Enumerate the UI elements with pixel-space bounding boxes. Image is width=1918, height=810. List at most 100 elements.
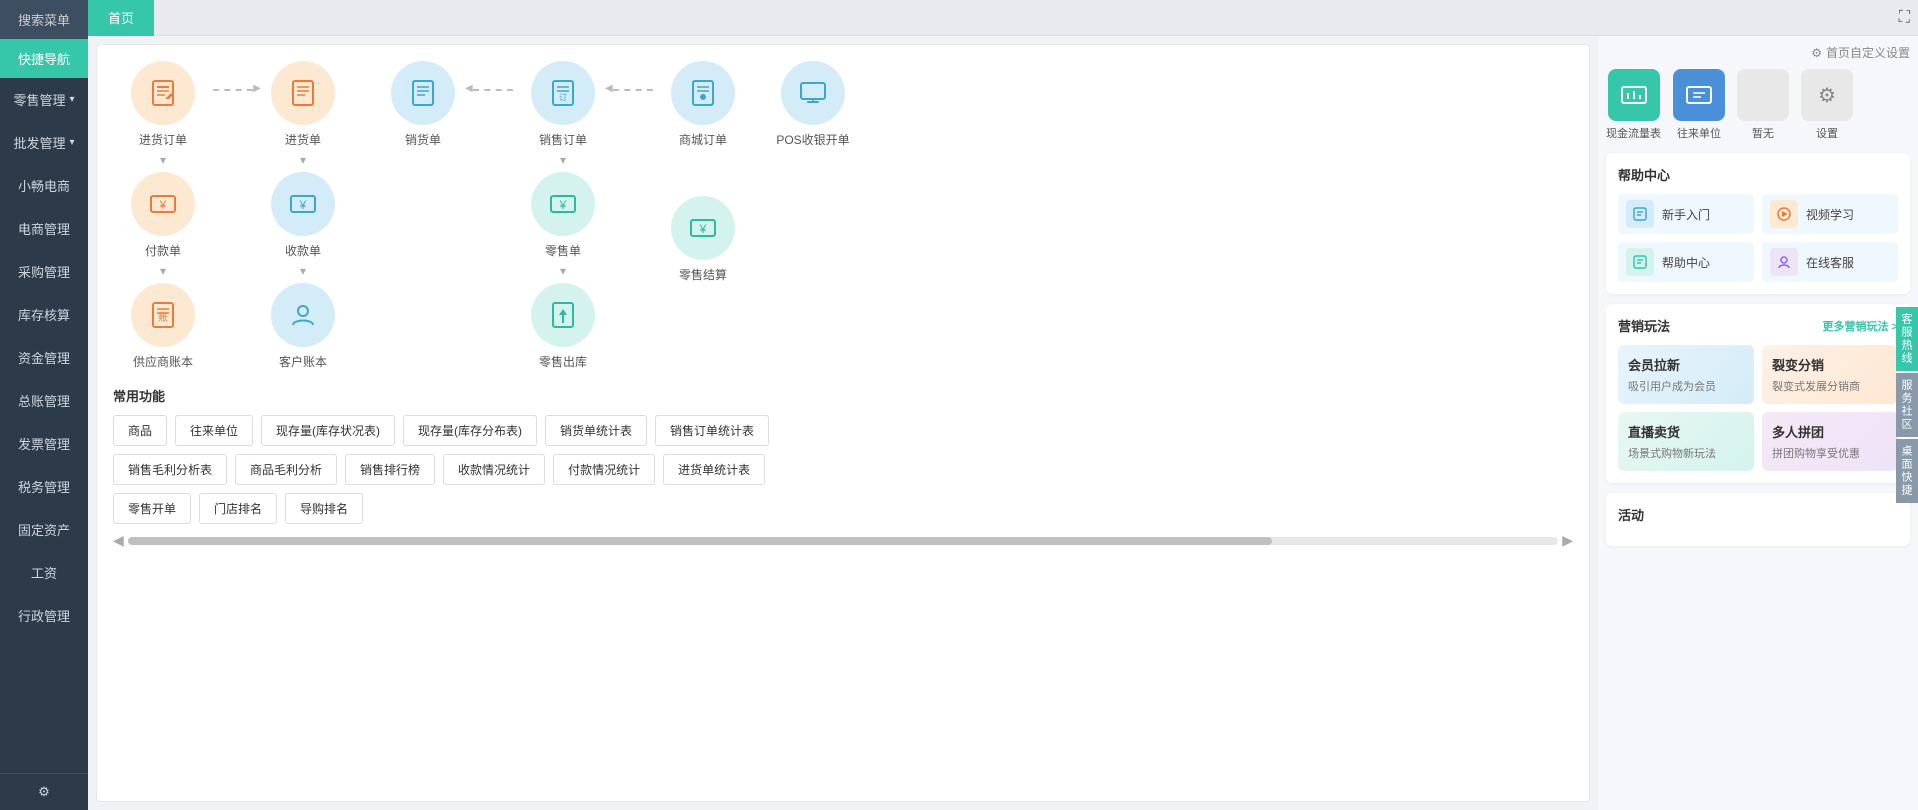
sidebar-item-assets[interactable]: 固定资产 <box>0 508 88 551</box>
node-receipt[interactable]: ¥ 收款单 <box>253 172 353 259</box>
float-btn-service[interactable]: 客服热线 <box>1896 307 1918 371</box>
func-btn-sales-order-stat[interactable]: 销售订单统计表 <box>655 415 769 446</box>
sidebar-item-ecom-mgmt[interactable]: 电商管理 <box>0 207 88 250</box>
marketing-item-member[interactable]: 会员拉新 吸引用户成为会员 <box>1618 345 1754 404</box>
func-btn-partners[interactable]: 往来单位 <box>175 415 253 446</box>
search-menu-btn[interactable]: 搜索菜单 <box>0 0 88 39</box>
sidebar-settings-btn[interactable]: ⚙ <box>0 773 88 810</box>
help-item-video[interactable]: 视频学习 <box>1762 194 1898 234</box>
sidebar-item-retail[interactable]: 零售管理 ▾ <box>0 78 88 121</box>
sidebar-item-finance[interactable]: 资金管理 <box>0 336 88 379</box>
func-btn-gross2[interactable]: 商品毛利分析 <box>235 454 337 485</box>
col-sales-bill: 销货单 <box>373 61 473 148</box>
svg-text:账: 账 <box>158 312 168 324</box>
node-mall-order[interactable]: 商城订单 <box>653 61 753 148</box>
node-retail-settlement[interactable]: ¥ 零售结算 <box>653 196 753 283</box>
down-arrow-3: ▾ <box>300 148 306 172</box>
col-purchase-bill: 进货单 ▾ ¥ 收款单 ▾ <box>253 61 353 370</box>
col-mall-order: 商城订单 ¥ 零售结算 <box>653 61 753 283</box>
node-purchase-order[interactable]: 进货订单 <box>113 61 213 148</box>
main-panel: 进货订单 ▾ ¥ 付款单 ▾ 账 <box>96 44 1590 802</box>
quick-nav-btn[interactable]: 快捷导航 <box>0 39 88 78</box>
content-area: 进货订单 ▾ ¥ 付款单 ▾ 账 <box>88 36 1918 810</box>
sidebar-item-admin[interactable]: 行政管理 <box>0 594 88 637</box>
scroll-left-btn[interactable]: ◀ <box>113 532 124 549</box>
node-customer-account[interactable]: 客户账本 <box>253 283 353 370</box>
func-row-1: 商品 往来单位 现存量(库存状况表) 现存量(库存分布表) 销货单统计表 销售订… <box>113 415 1573 446</box>
node-payment[interactable]: ¥ 付款单 <box>113 172 213 259</box>
scroll-thumb <box>128 537 1272 545</box>
node-retail-order[interactable]: ¥ 零售单 <box>513 172 613 259</box>
quick-icon-cashflow[interactable]: 现金流量表 <box>1606 69 1661 141</box>
tab-home[interactable]: 首页 <box>88 0 154 36</box>
float-buttons: 客服热线 服务社区 桌面快捷 <box>1896 307 1918 503</box>
common-functions-section: 常用功能 商品 往来单位 现存量(库存状况表) 现存量(库存分布表) 销货单统计… <box>113 386 1573 524</box>
node-pos[interactable]: POS收银开单 <box>763 61 863 148</box>
help-grid: 新手入门 视频学习 帮助中心 <box>1618 194 1898 282</box>
down-arrow-6: ▾ <box>560 259 566 283</box>
arrow-icon: ▾ <box>69 94 74 105</box>
func-btn-gross1[interactable]: 销售毛利分析表 <box>113 454 227 485</box>
func-btn-stock1[interactable]: 现存量(库存状况表) <box>261 415 395 446</box>
sidebar: 搜索菜单 快捷导航 零售管理 ▾ 批发管理 ▾ 小畅电商 电商管理 采购管理 库… <box>0 0 88 810</box>
marketing-grid: 会员拉新 吸引用户成为会员 裂变分销 裂变式发展分销商 直播卖货 场景式购物新玩… <box>1618 345 1898 471</box>
more-marketing-btn[interactable]: 更多营销玩法 > <box>1823 318 1898 334</box>
activity-section: 活动 <box>1606 493 1910 546</box>
node-sales-order[interactable]: 订 销售订单 <box>513 61 613 148</box>
func-btn-rank[interactable]: 销售排行榜 <box>345 454 435 485</box>
svg-text:¥: ¥ <box>299 198 307 212</box>
float-btn-desktop[interactable]: 桌面快捷 <box>1896 439 1918 503</box>
func-btn-receipt-stat[interactable]: 收款情况统计 <box>443 454 545 485</box>
func-row-3: 零售开单 门店排名 导购排名 <box>113 493 1573 524</box>
func-btn-sales-stat[interactable]: 销货单统计表 <box>545 415 647 446</box>
marketing-item-group[interactable]: 多人拼团 拼团购物享受优惠 <box>1762 412 1898 471</box>
settings-icon: ⚙ <box>1818 83 1836 108</box>
func-btn-goods[interactable]: 商品 <box>113 415 167 446</box>
down-arrow-5: ▾ <box>560 148 566 172</box>
quick-icon-partners[interactable]: 往来单位 <box>1673 69 1725 141</box>
common-functions-title: 常用功能 <box>113 386 1573 405</box>
func-btn-retail-order[interactable]: 零售开单 <box>113 493 191 524</box>
func-row-2: 销售毛利分析表 商品毛利分析 销售排行榜 收款情况统计 付款情况统计 进货单统计… <box>113 454 1573 485</box>
func-btn-store-rank[interactable]: 门店排名 <box>199 493 277 524</box>
help-center-title: 帮助中心 <box>1618 165 1898 184</box>
svg-text:¥: ¥ <box>159 198 167 212</box>
scroll-track[interactable] <box>128 537 1558 545</box>
help-item-help-center[interactable]: 帮助中心 <box>1618 242 1754 282</box>
quick-icon-settings[interactable]: ⚙ 设置 <box>1801 69 1853 141</box>
down-arrow-1: ▾ <box>160 148 166 172</box>
help-item-beginner[interactable]: 新手入门 <box>1618 194 1754 234</box>
float-btn-community[interactable]: 服务社区 <box>1896 373 1918 437</box>
node-purchase-bill[interactable]: 进货单 <box>253 61 353 148</box>
node-supplier-account[interactable]: 账 供应商账本 <box>113 283 213 370</box>
homepage-settings-btn[interactable]: ⚙ 首页自定义设置 <box>1606 44 1910 61</box>
node-retail-stock-out[interactable]: 零售出库 <box>513 283 613 370</box>
maximize-btn[interactable]: ⛶ <box>1899 9 1910 27</box>
marketing-item-live[interactable]: 直播卖货 场景式购物新玩法 <box>1618 412 1754 471</box>
sidebar-item-purchase[interactable]: 采购管理 <box>0 250 88 293</box>
scroll-right-btn[interactable]: ▶ <box>1562 532 1573 549</box>
flow-diagram: 进货订单 ▾ ¥ 付款单 ▾ 账 <box>113 61 1573 370</box>
sidebar-item-salary[interactable]: 工资 <box>0 551 88 594</box>
sidebar-item-inventory[interactable]: 库存核算 <box>0 293 88 336</box>
down-arrow-4: ▾ <box>300 259 306 283</box>
func-btn-purchase-stat[interactable]: 进货单统计表 <box>663 454 765 485</box>
svg-text:¥: ¥ <box>699 222 707 236</box>
quick-icon-none[interactable]: 暂无 <box>1737 69 1789 141</box>
sidebar-item-wholesale[interactable]: 批发管理 ▾ <box>0 121 88 164</box>
quick-icons-row: 现金流量表 往来单位 暂无 ⚙ 设置 <box>1606 69 1910 141</box>
marketing-card: 营销玩法 更多营销玩法 > 会员拉新 吸引用户成为会员 裂变分销 裂变式发展分销… <box>1606 304 1910 483</box>
down-arrow-2: ▾ <box>160 259 166 283</box>
marketing-item-fission[interactable]: 裂变分销 裂变式发展分销商 <box>1762 345 1898 404</box>
sidebar-item-tax[interactable]: 税务管理 <box>0 465 88 508</box>
col-purchase: 进货订单 ▾ ¥ 付款单 ▾ 账 <box>113 61 213 370</box>
sidebar-item-ecommerce[interactable]: 小畅电商 <box>0 164 88 207</box>
func-btn-payment-stat[interactable]: 付款情况统计 <box>553 454 655 485</box>
help-item-service[interactable]: 在线客服 <box>1762 242 1898 282</box>
sidebar-item-invoice[interactable]: 发票管理 <box>0 422 88 465</box>
node-sales-bill[interactable]: 销货单 <box>373 61 473 148</box>
sidebar-item-ledger[interactable]: 总账管理 <box>0 379 88 422</box>
main-area: 首页 ⛶ 进货订单 ▾ <box>88 0 1918 810</box>
func-btn-stock2[interactable]: 现存量(库存分布表) <box>403 415 537 446</box>
func-btn-guide-rank[interactable]: 导购排名 <box>285 493 363 524</box>
